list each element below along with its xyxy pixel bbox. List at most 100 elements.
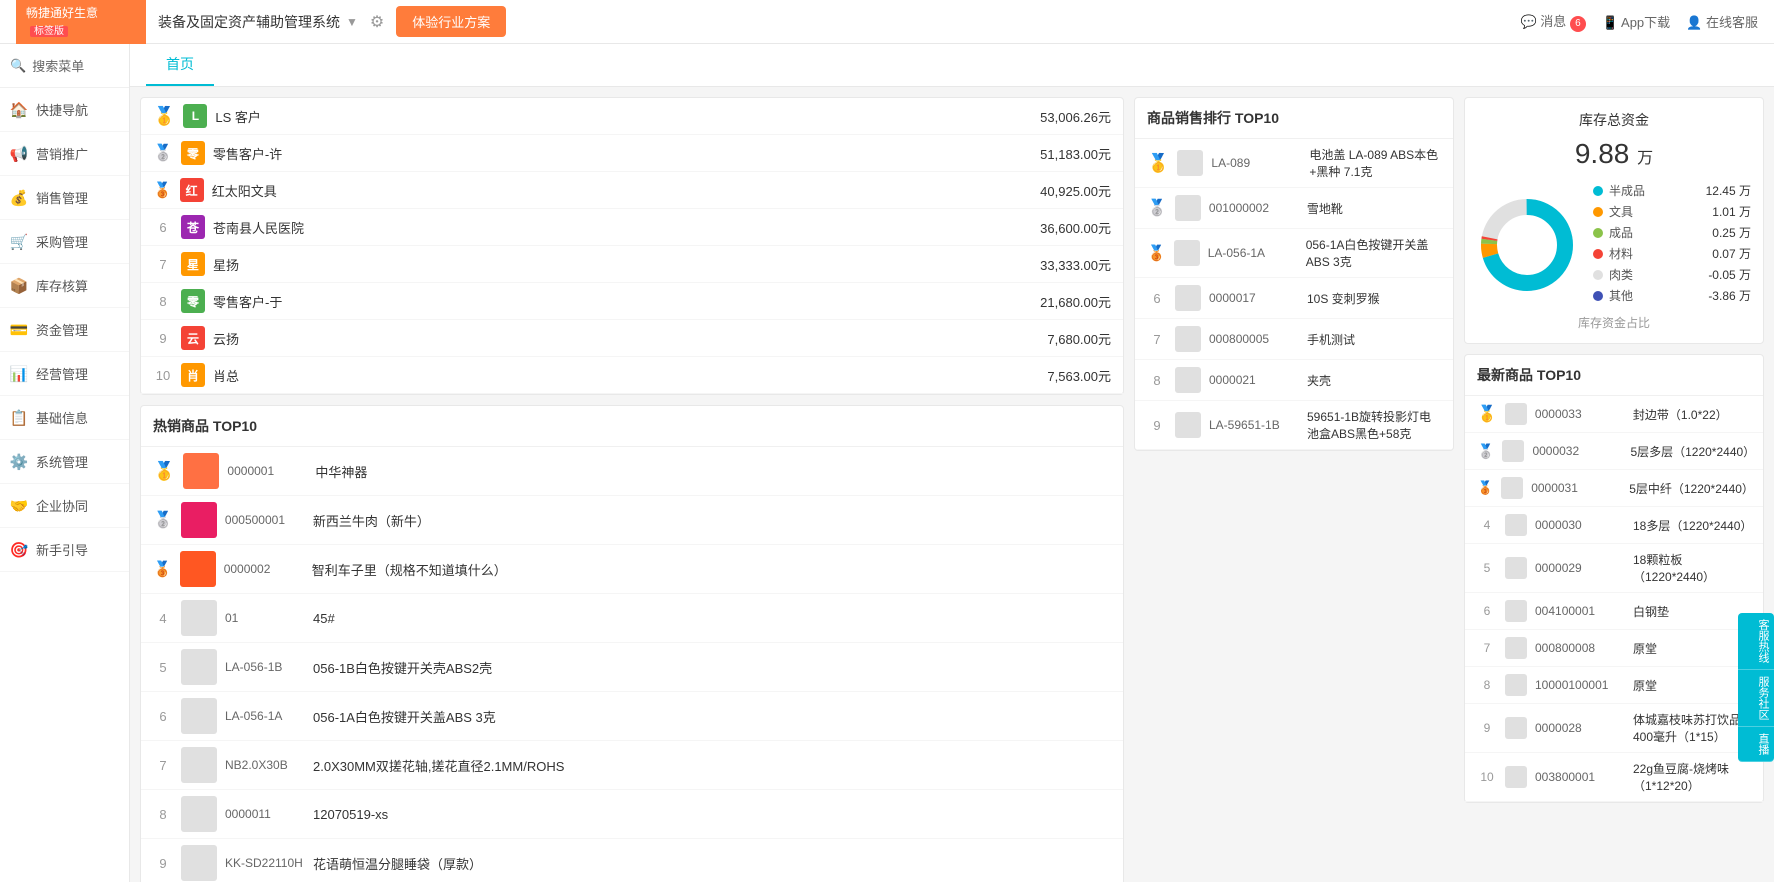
sidebar-item-collab[interactable]: 🤝 企业协同 [0,484,129,528]
guide-icon: 🎯 [10,541,28,559]
hot-product-code: LA-056-1B [225,660,305,674]
legend-dot [1593,186,1603,196]
online-service-btn[interactable]: 👤 在线客服 [1686,12,1758,31]
message-btn[interactable]: 💬 消息 6 [1520,11,1585,32]
gear-icon[interactable]: ⚙ [370,12,384,32]
medal-bronze-icon: 🥉 [1147,244,1166,262]
product-thumbnail-placeholder [181,649,217,685]
customer-name: 肖总 [213,366,1039,385]
product-code: LA-089 [1211,156,1301,170]
app-download-btn[interactable]: 📱 App下载 [1602,12,1670,31]
hot-products-list: 🥇 0000001 中华神器 🥈 000500001 新西兰牛肉（新牛） 🥉 0… [141,447,1123,882]
customer-name: 星扬 [213,255,1032,274]
hot-product-name: 花语萌恒温分腿睡袋（厚款） [313,854,1111,873]
legend-value: 1.01 万 [1712,203,1751,220]
rank-number: 10 [1477,770,1497,784]
latest-product-name: 18颗粒板（1220*2440） [1633,551,1751,585]
product-icon [1177,150,1203,176]
product-sales-title: 商品销售排行 TOP10 [1135,98,1453,139]
hot-products-card: 热销商品 TOP10 🥇 0000001 中华神器 🥈 000500001 新西… [140,405,1124,882]
medal-silver-icon: 🥈 [1147,198,1167,218]
latest-product-name: 5层中纤（1220*2440） [1629,480,1751,497]
inventory-icon: 📦 [10,277,28,295]
system-selector[interactable]: 装备及固定资产辅助管理系统 ▼ [158,12,358,32]
sidebar: 🔍 搜索菜单 🏠 快捷导航 📢 营销推广 💰 销售管理 🛒 采购管理 📦 库存核… [0,44,130,882]
message-badge: 6 [1570,16,1586,32]
latest-product-name: 原堂 [1633,677,1751,694]
latest-product-icon [1505,514,1527,536]
latest-product-name: 体城嘉枝味苏打饮品400毫升（1*15） [1633,711,1751,745]
hot-product-item: 🥉 0000002 智利车子里（规格不知道填什么） [141,545,1123,594]
hot-product-item: 8 0000011 12070519-xs [141,790,1123,839]
customer-name: 零售客户-于 [213,292,1032,311]
medal-bronze-icon: 🥉 [153,560,172,578]
sidebar-item-shortcuts[interactable]: 🏠 快捷导航 [0,88,129,132]
latest-product-code: 0000033 [1535,407,1625,421]
product-name: 夹壳 [1307,372,1441,389]
customer-ranking-list: 🥇 L LS 客户 53,006.26元 🥈 零 零售客户-许 51,183.0… [141,98,1123,394]
hot-product-name: 2.0X30MM双搓花轴,搓花直径2.1MM/ROHS [313,756,1111,775]
topbar-right: 💬 消息 6 📱 App下载 👤 在线客服 [1520,11,1758,32]
rank-number: 5 [1477,561,1497,575]
product-code: 0000017 [1209,291,1299,305]
rank-number: 6 [153,709,173,724]
product-code: 000800005 [1209,332,1299,346]
float-btn-1[interactable]: 服务社区 [1738,670,1774,727]
product-icon [1175,412,1201,438]
rank-number: 9 [153,331,173,346]
rank-number: 10 [153,368,173,383]
latest-product-code: 004100001 [1535,604,1625,618]
sidebar-item-finance[interactable]: 💳 资金管理 [0,308,129,352]
sidebar-item-purchase[interactable]: 🛒 采购管理 [0,220,129,264]
customer-ranking-item: 6 苍 苍南县人民医院 36,600.00元 [141,209,1123,246]
float-btn-2[interactable]: 直播 [1738,727,1774,762]
medal-silver-icon: 🥈 [153,510,173,530]
hot-product-name: 45# [313,611,1111,626]
customer-badge: 零 [181,141,205,165]
latest-product-name: 5层多层（1220*2440） [1630,443,1751,460]
product-thumbnail [181,502,217,538]
rank-number: 5 [153,660,173,675]
hot-product-code: 0000002 [224,562,304,576]
legend-item: 肉类 -0.05 万 [1593,266,1751,283]
customer-badge: 云 [181,326,205,350]
trial-button[interactable]: 体验行业方案 [396,6,506,37]
medal-gold-icon: 🥇 [1477,404,1497,424]
product-sales-item: 🥇 LA-089 电池盖 LA-089 ABS本色+黑种 7.1克 [1135,139,1453,188]
product-sales-item: 🥈 001000002 雪地靴 [1135,188,1453,229]
sidebar-item-system[interactable]: ⚙️ 系统管理 [0,440,129,484]
content-body: 🥇 L LS 客户 53,006.26元 🥈 零 零售客户-许 51,183.0… [130,87,1774,882]
product-thumbnail-placeholder [181,796,217,832]
product-icon [1175,367,1201,393]
customer-ranking-item: 🥉 红 红太阳文具 40,925.00元 [141,172,1123,209]
sidebar-item-operations[interactable]: 📊 经营管理 [0,352,129,396]
sidebar-item-base-info[interactable]: 📋 基础信息 [0,396,129,440]
sidebar-item-inventory[interactable]: 📦 库存核算 [0,264,129,308]
latest-product-name: 原堂 [1633,640,1751,657]
rank-number: 6 [1147,291,1167,306]
legend-value: 0.25 万 [1712,224,1751,241]
hot-product-code: NB2.0X30B [225,758,305,772]
rank-number: 9 [1147,418,1167,433]
tab-home[interactable]: 首页 [146,44,214,86]
product-code: LA-59651-1B [1209,418,1299,432]
customer-name: 零售客户-许 [213,144,1032,163]
system-name: 装备及固定资产辅助管理系统 [158,12,340,32]
product-name: 10S 变刺罗猴 [1307,290,1441,307]
product-sales-item: 9 LA-59651-1B 59651-1B旋转投影灯电池盒ABS黑色+58克 [1135,401,1453,450]
sidebar-item-guide[interactable]: 🎯 新手引导 [0,528,129,572]
sidebar-item-sales[interactable]: 💰 销售管理 [0,176,129,220]
legend-value: 12.45 万 [1706,182,1751,199]
search-menu[interactable]: 🔍 搜索菜单 [0,44,129,88]
float-btn-0[interactable]: 客服热线 [1738,613,1774,670]
customer-ranking-item: 🥇 L LS 客户 53,006.26元 [141,98,1123,135]
sidebar-item-marketing[interactable]: 📢 营销推广 [0,132,129,176]
legend-value: 0.07 万 [1712,245,1751,262]
latest-product-code: 0000030 [1535,518,1625,532]
product-thumbnail-placeholder [181,845,217,881]
legend-value: -0.05 万 [1708,266,1751,283]
legend-name: 文具 [1609,203,1706,220]
customer-badge: 星 [181,252,205,276]
customer-amount: 7,680.00元 [1047,329,1111,348]
product-name: 雪地靴 [1307,200,1441,217]
